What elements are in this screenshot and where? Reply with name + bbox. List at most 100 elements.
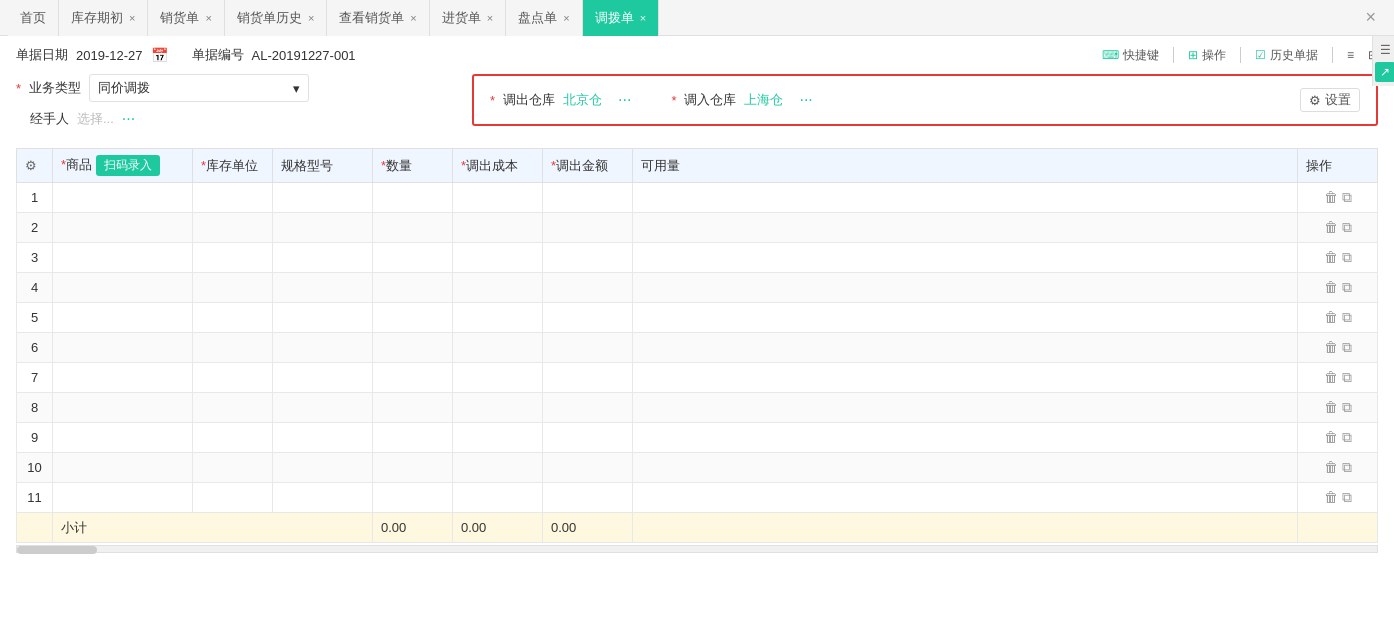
person-more-btn[interactable]: ··· [122,110,135,128]
table-row: 1🗑⧉ [17,183,1378,213]
delete-icon[interactable]: 🗑 [1324,189,1338,205]
tab-close-inventory-check[interactable]: × [563,12,569,24]
tab-inventory-init[interactable]: 库存期初 × [59,0,148,36]
copy-icon[interactable]: ⧉ [1342,339,1352,356]
copy-icon[interactable]: ⧉ [1342,489,1352,506]
delete-icon[interactable]: 🗑 [1324,429,1338,445]
table-row: 8🗑⧉ [17,393,1378,423]
scrollbar-thumb[interactable] [17,546,97,554]
biz-type-row: * 业务类型 同价调拨 ▾ [16,74,456,102]
gear-icon[interactable]: ⚙ [25,158,37,173]
copy-icon[interactable]: ⧉ [1342,399,1352,416]
biz-required-star: * [16,81,21,96]
person-label: 经手人 [30,110,69,128]
tab-close-transfer[interactable]: × [640,12,646,24]
tab-transfer[interactable]: 调拨单 × [583,0,659,36]
date-field-group: 单据日期 2019-12-27 📅 [16,46,168,64]
dropdown-arrow-icon: ▾ [293,81,300,96]
table-row: 2🗑⧉ [17,213,1378,243]
tab-close-view-sales[interactable]: × [410,12,416,24]
in-wh-label: 调入仓库 [684,91,736,109]
col-qty-header: *数量 [373,149,453,183]
copy-icon[interactable]: ⧉ [1342,189,1352,206]
person-placeholder[interactable]: 选择... [77,110,114,128]
horizontal-scrollbar[interactable] [16,545,1378,553]
history-btn[interactable]: ☑ 历史单据 [1255,47,1318,64]
copy-icon[interactable]: ⧉ [1342,309,1352,326]
tab-purchase[interactable]: 进货单 × [430,0,506,36]
subtotal-amount: 0.00 [543,513,633,543]
tab-sales-order[interactable]: 销货单 × [148,0,224,36]
copy-icon[interactable]: ⧉ [1342,219,1352,236]
layout-btn1[interactable]: ≡ [1347,48,1354,62]
table-row: 10🗑⧉ [17,453,1378,483]
data-table: ⚙ *商品 扫码录入 *库存单位 规格型号 *数量 [16,148,1378,543]
subtotal-label: 小计 [53,513,373,543]
tab-home[interactable]: 首页 [8,0,59,36]
copy-icon[interactable]: ⧉ [1342,279,1352,296]
in-wh-more-btn[interactable]: ··· [799,91,812,109]
tab-bar: 首页 库存期初 × 销货单 × 销货单历史 × 查看销货单 × 进货单 × 盘点… [0,0,1394,36]
col-gear-header[interactable]: ⚙ [17,149,53,183]
tab-close-purchase[interactable]: × [487,12,493,24]
calendar-icon[interactable]: 📅 [151,47,168,63]
subtotal-row: 小计 0.00 0.00 0.00 [17,513,1378,543]
copy-icon[interactable]: ⧉ [1342,249,1352,266]
delete-icon[interactable]: 🗑 [1324,369,1338,385]
toolbar-sep2 [1240,47,1241,63]
history-icon: ☑ [1255,48,1266,62]
copy-icon[interactable]: ⧉ [1342,429,1352,446]
tab-close-sales-history[interactable]: × [308,12,314,24]
tab-close-sales-order[interactable]: × [205,12,211,24]
sidebar-list-icon[interactable]: ☰ [1375,40,1394,60]
col-ops-header: 操作 [1298,149,1378,183]
table-row: 6🗑⧉ [17,333,1378,363]
copy-icon[interactable]: ⧉ [1342,369,1352,386]
operate-icon: ⊞ [1188,48,1198,62]
table-row: 9🗑⧉ [17,423,1378,453]
col-product-header: *商品 扫码录入 [53,149,193,183]
delete-icon[interactable]: 🗑 [1324,399,1338,415]
table-row: 11🗑⧉ [17,483,1378,513]
biz-select[interactable]: 同价调拨 ▾ [89,74,309,102]
layout-icon1: ≡ [1347,48,1354,62]
delete-icon[interactable]: 🗑 [1324,219,1338,235]
tab-sales-history[interactable]: 销货单历史 × [225,0,327,36]
biz-label: 业务类型 [29,79,81,97]
delete-icon[interactable]: 🗑 [1324,309,1338,325]
subtotal-cost: 0.00 [453,513,543,543]
delete-icon[interactable]: 🗑 [1324,459,1338,475]
out-wh-value[interactable]: 北京仓 [563,91,602,109]
delete-icon[interactable]: 🗑 [1324,279,1338,295]
out-wh-more-btn[interactable]: ··· [618,91,631,109]
delete-icon[interactable]: 🗑 [1324,489,1338,505]
gear-icon: ⚙ [1309,93,1321,108]
num-label: 单据编号 [192,46,244,64]
tab-inventory-check[interactable]: 盘点单 × [506,0,582,36]
num-value: AL-20191227-001 [252,48,356,63]
settings-btn[interactable]: ⚙ 设置 [1300,88,1360,112]
sidebar-export-icon[interactable]: ↗ [1375,62,1394,82]
delete-icon[interactable]: 🗑 [1324,339,1338,355]
col-spec-header: 规格型号 [273,149,373,183]
tab-close-inventory-init[interactable]: × [129,12,135,24]
window-close-button[interactable]: × [1355,7,1386,28]
tab-view-sales[interactable]: 查看销货单 × [327,0,429,36]
col-unit-header: *库存单位 [193,149,273,183]
out-warehouse-field: * 调出仓库 北京仓 ··· [490,91,631,109]
col-cost-header: *调出成本 [453,149,543,183]
copy-icon[interactable]: ⧉ [1342,459,1352,476]
operate-btn[interactable]: ⊞ 操作 [1188,47,1226,64]
right-sidebar: ☰ ↗ [1372,36,1394,86]
subtotal-qty: 0.00 [373,513,453,543]
out-wh-label: 调出仓库 [503,91,555,109]
shortcut-btn[interactable]: ⌨ 快捷键 [1102,47,1159,64]
toolbar-sep1 [1173,47,1174,63]
delete-icon[interactable]: 🗑 [1324,249,1338,265]
scan-btn[interactable]: 扫码录入 [96,155,160,176]
in-warehouse-field: * 调入仓库 上海仓 ··· [671,91,812,109]
form-header: 单据日期 2019-12-27 📅 单据编号 AL-20191227-001 ⌨… [16,46,1378,64]
in-wh-value[interactable]: 上海仓 [744,91,783,109]
num-field-group: 单据编号 AL-20191227-001 [192,46,356,64]
toolbar-right: ⌨ 快捷键 ⊞ 操作 ☑ 历史单据 ≡ [1102,47,1378,64]
